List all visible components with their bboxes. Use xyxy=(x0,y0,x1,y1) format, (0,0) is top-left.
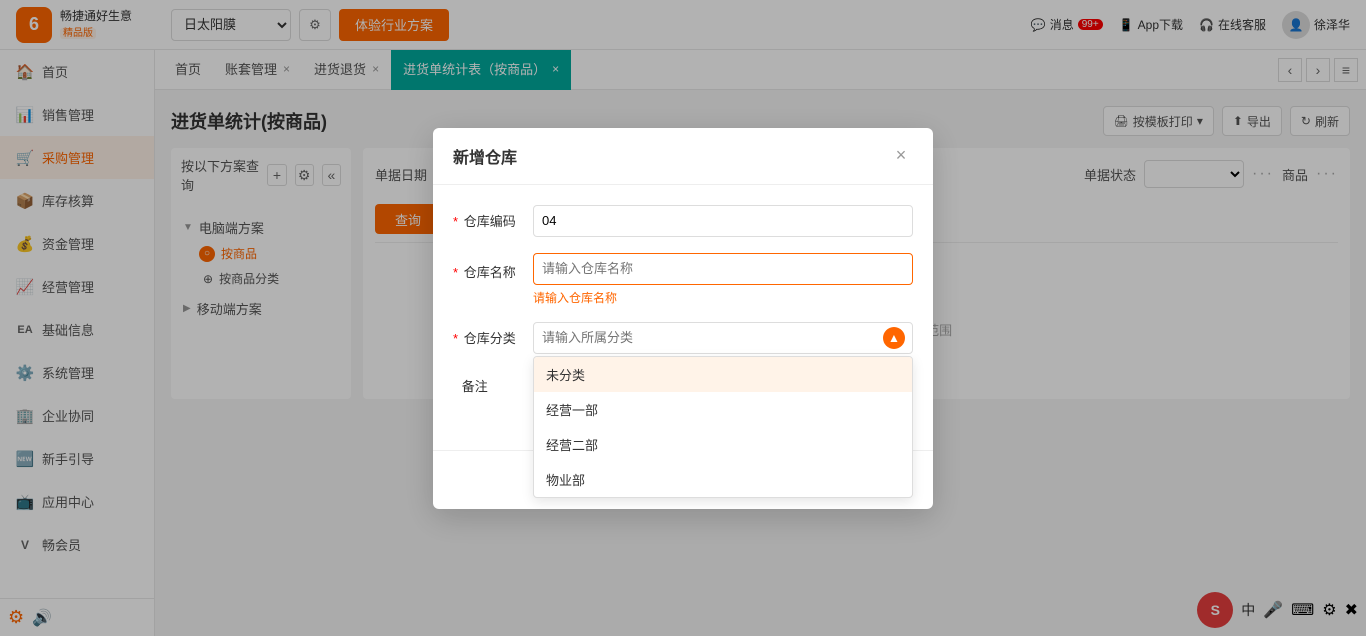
category-input[interactable] xyxy=(533,322,913,354)
category-dropdown-wrapper: ▲ 未分类 经营一部 经营二部 物业部 xyxy=(533,322,913,354)
warehouse-code-label: * 仓库编码 xyxy=(453,205,533,230)
modal-header: 新增仓库 × xyxy=(433,128,933,185)
modal-add-warehouse: 新增仓库 × * 仓库编码 * 仓库名称 xyxy=(433,128,933,509)
note-label: * 备注 xyxy=(453,370,533,395)
form-row-category: * 仓库分类 ▲ 未分类 经营一部 经营二部 物业部 xyxy=(453,322,913,354)
warehouse-name-input[interactable] xyxy=(533,253,913,285)
form-row-name: * 仓库名称 请输入仓库名称 xyxy=(453,253,913,306)
form-row-code: * 仓库编码 xyxy=(453,205,913,237)
required-star-name: * xyxy=(453,265,458,280)
category-dropdown-menu: 未分类 经营一部 经营二部 物业部 xyxy=(533,356,913,498)
modal-title: 新增仓库 xyxy=(453,144,517,168)
warehouse-name-error: 请输入仓库名称 xyxy=(533,289,617,306)
modal-overlay: 新增仓库 × * 仓库编码 * 仓库名称 xyxy=(0,0,1366,636)
required-star-code: * xyxy=(453,214,458,229)
modal-close-button[interactable]: × xyxy=(889,144,913,168)
dropdown-item-dept2[interactable]: 经营二部 xyxy=(534,427,912,462)
dropdown-item-uncategorized[interactable]: 未分类 xyxy=(534,357,912,392)
warehouse-category-label: * 仓库分类 xyxy=(453,322,533,347)
warehouse-name-label: * 仓库名称 xyxy=(453,256,533,281)
modal-body: * 仓库编码 * 仓库名称 请输入仓库名称 xyxy=(433,185,933,450)
warehouse-code-input[interactable] xyxy=(533,205,913,237)
category-dropdown-arrow[interactable]: ▲ xyxy=(883,327,905,349)
required-star-category: * xyxy=(453,331,458,346)
dropdown-item-property[interactable]: 物业部 xyxy=(534,462,912,497)
dropdown-item-dept1[interactable]: 经营一部 xyxy=(534,392,912,427)
